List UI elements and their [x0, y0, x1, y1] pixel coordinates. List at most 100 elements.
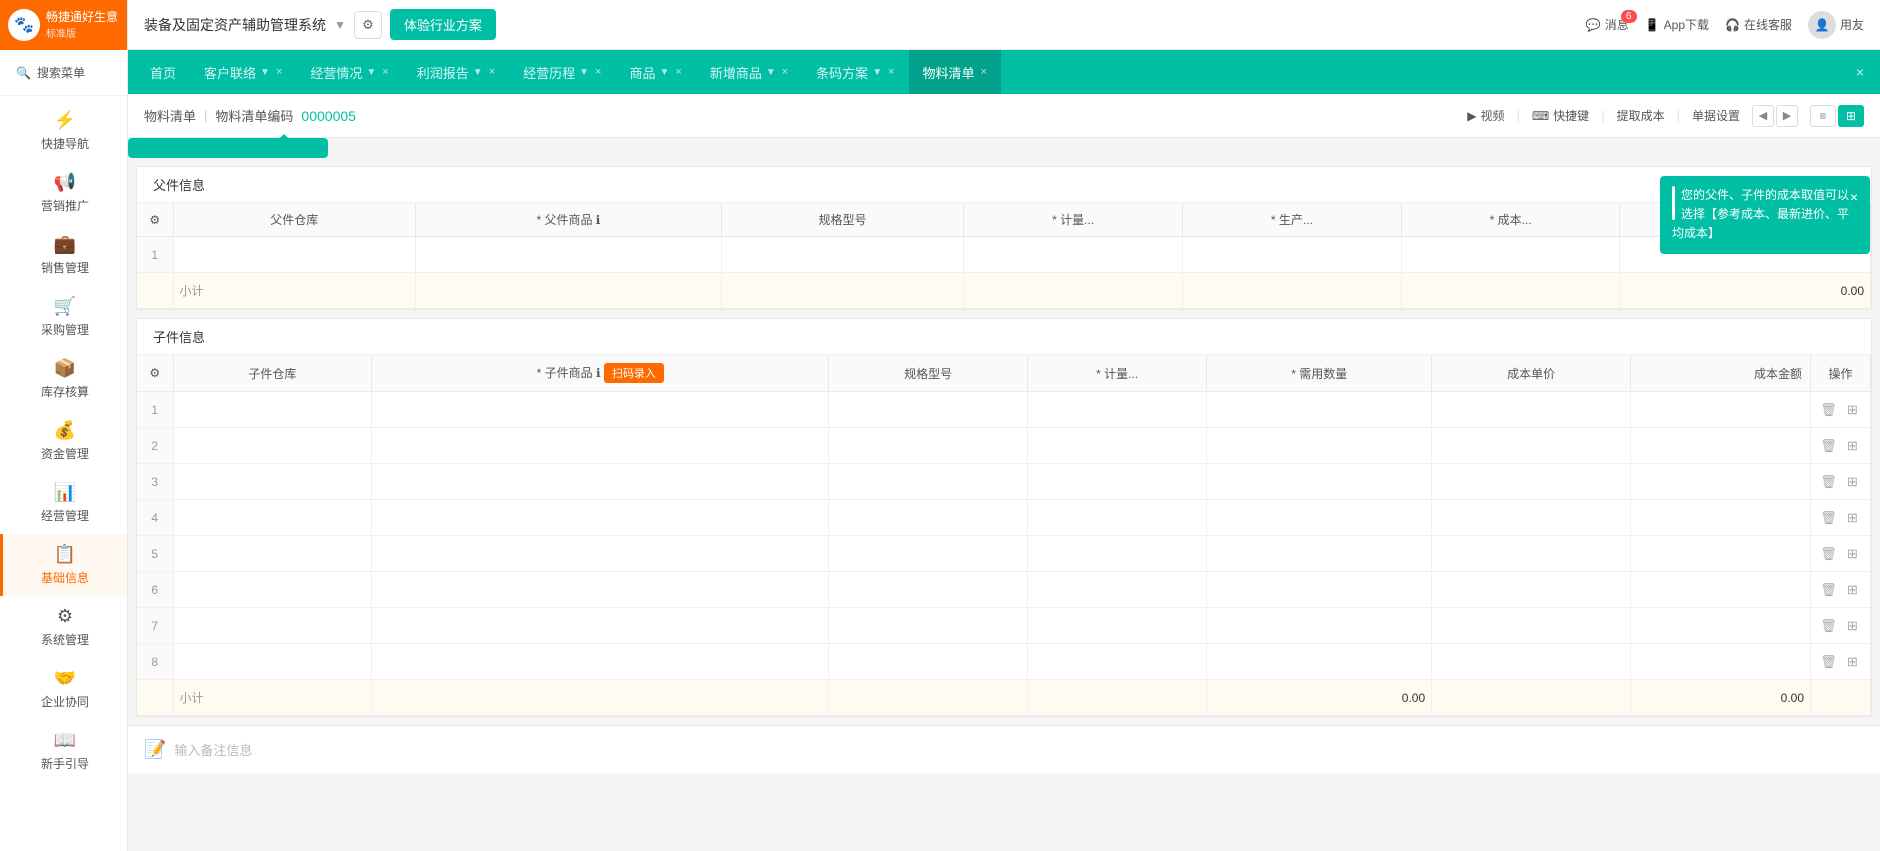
child-row-8-unit-cost[interactable]	[1432, 644, 1631, 680]
child-row-7-amount[interactable]	[1631, 608, 1811, 644]
child-row-6-spec[interactable]	[829, 572, 1028, 608]
parent-row-1-product[interactable]	[416, 237, 722, 273]
sidebar-item-sales[interactable]: 💼 销售管理	[0, 224, 127, 286]
delete-icon[interactable]: 🗑	[1819, 400, 1839, 420]
view-video-button[interactable]: ▶ 视频	[1467, 107, 1504, 124]
child-row-1-product[interactable]	[372, 392, 829, 428]
delete-icon[interactable]: 🗑	[1819, 544, 1839, 564]
system-dropdown-icon[interactable]: ▼	[334, 18, 346, 32]
parent-row-1-spec[interactable]	[721, 237, 964, 273]
child-row-3-product[interactable]	[372, 464, 829, 500]
copy-icon[interactable]: ⊞	[1843, 472, 1863, 492]
copy-icon[interactable]: ⊞	[1843, 400, 1863, 420]
delete-icon[interactable]: 🗑	[1819, 580, 1839, 600]
breadcrumb-1[interactable]: 物料清单	[144, 106, 196, 125]
tab-business[interactable]: 经营情况 ▼ ×	[296, 50, 402, 94]
sidebar-item-finance[interactable]: 💰 资金管理	[0, 410, 127, 472]
app-download-button[interactable]: 📱 App下载	[1645, 16, 1709, 33]
child-row-6-warehouse[interactable]	[173, 572, 372, 608]
next-record-button[interactable]: ▶	[1776, 105, 1798, 127]
tab-newproduct[interactable]: 新增商品 ▼ ×	[696, 50, 802, 94]
user-avatar[interactable]: 👤 用友	[1808, 11, 1864, 39]
child-row-7-product[interactable]	[372, 608, 829, 644]
copy-icon[interactable]: ⊞	[1843, 436, 1863, 456]
tooltip-close-button[interactable]: ×	[1850, 186, 1858, 208]
child-row-3-unit[interactable]	[1028, 464, 1207, 500]
child-row-3-warehouse[interactable]	[173, 464, 372, 500]
shortcut-button[interactable]: ⌨ 快捷键	[1532, 107, 1589, 124]
delete-icon[interactable]: 🗑	[1819, 436, 1839, 456]
newproduct-close-icon[interactable]: ×	[782, 66, 788, 78]
child-row-3-quantity[interactable]	[1207, 464, 1432, 500]
child-row-5-unit-cost[interactable]	[1432, 536, 1631, 572]
message-button[interactable]: 💬 消息 6	[1586, 16, 1629, 33]
grid-view-button[interactable]: ⊞	[1838, 105, 1864, 127]
child-row-8-warehouse[interactable]	[173, 644, 372, 680]
child-row-5-quantity[interactable]	[1207, 536, 1432, 572]
sidebar-item-inventory[interactable]: 📦 库存核算	[0, 348, 127, 410]
child-row-2-amount[interactable]	[1631, 428, 1811, 464]
parent-row-1-warehouse[interactable]	[173, 237, 416, 273]
child-row-4-spec[interactable]	[829, 500, 1028, 536]
child-row-6-quantity[interactable]	[1207, 572, 1432, 608]
parent-row-1-production[interactable]	[1183, 237, 1402, 273]
barcode-close-icon[interactable]: ×	[888, 66, 894, 78]
child-row-1-spec[interactable]	[829, 392, 1028, 428]
sidebar-item-quicknav[interactable]: ⚡ 快捷导航	[0, 100, 127, 162]
delete-icon[interactable]: 🗑	[1819, 652, 1839, 672]
child-row-8-unit[interactable]	[1028, 644, 1207, 680]
child-row-4-warehouse[interactable]	[173, 500, 372, 536]
child-row-7-unit[interactable]	[1028, 608, 1207, 644]
sidebar-item-operation[interactable]: 📊 经营管理	[0, 472, 127, 534]
business-close-icon[interactable]: ×	[382, 66, 388, 78]
child-row-1-amount[interactable]	[1631, 392, 1811, 428]
single-setting-button[interactable]: 单据设置	[1692, 107, 1740, 124]
settings-gear-button[interactable]: ⚙	[354, 11, 382, 39]
child-row-2-unit-cost[interactable]	[1432, 428, 1631, 464]
prev-record-button[interactable]: ◀	[1752, 105, 1774, 127]
search-menu-button[interactable]: 🔍 搜索菜单	[8, 58, 119, 87]
child-row-2-product[interactable]	[372, 428, 829, 464]
bom-close-icon[interactable]: ×	[981, 66, 987, 78]
child-row-8-quantity[interactable]	[1207, 644, 1432, 680]
sidebar-item-system[interactable]: ⚙ 系统管理	[0, 596, 127, 658]
child-row-7-unit-cost[interactable]	[1432, 608, 1631, 644]
profit-close-icon[interactable]: ×	[489, 66, 495, 78]
sidebar-item-purchase[interactable]: 🛒 采购管理	[0, 286, 127, 348]
child-row-4-quantity[interactable]	[1207, 500, 1432, 536]
child-row-2-unit[interactable]	[1028, 428, 1207, 464]
child-row-5-product[interactable]	[372, 536, 829, 572]
parent-th-settings[interactable]: ⚙	[137, 203, 173, 237]
child-row-8-spec[interactable]	[829, 644, 1028, 680]
child-row-5-warehouse[interactable]	[173, 536, 372, 572]
copy-icon[interactable]: ⊞	[1843, 616, 1863, 636]
child-row-2-warehouse[interactable]	[173, 428, 372, 464]
history-close-icon[interactable]: ×	[595, 66, 601, 78]
sidebar-item-guide[interactable]: 📖 新手引导	[0, 720, 127, 782]
child-row-7-spec[interactable]	[829, 608, 1028, 644]
copy-icon[interactable]: ⊞	[1843, 508, 1863, 528]
extract-cost-button[interactable]: 提取成本	[1617, 107, 1665, 124]
child-row-7-warehouse[interactable]	[173, 608, 372, 644]
tab-history[interactable]: 经营历程 ▼ ×	[509, 50, 615, 94]
scan-input-button[interactable]: 扫码录入	[604, 363, 664, 383]
child-row-8-product[interactable]	[372, 644, 829, 680]
delete-icon[interactable]: 🗑	[1819, 616, 1839, 636]
close-all-tabs-button[interactable]: ×	[1848, 64, 1872, 80]
sidebar-item-marketing[interactable]: 📢 营销推广	[0, 162, 127, 224]
delete-icon[interactable]: 🗑	[1819, 472, 1839, 492]
child-th-settings[interactable]: ⚙	[137, 355, 173, 392]
child-row-6-unit[interactable]	[1028, 572, 1207, 608]
online-service-button[interactable]: 🎧 在线客服	[1725, 16, 1792, 33]
child-row-7-quantity[interactable]	[1207, 608, 1432, 644]
child-row-4-amount[interactable]	[1631, 500, 1811, 536]
child-row-3-unit-cost[interactable]	[1432, 464, 1631, 500]
child-row-2-spec[interactable]	[829, 428, 1028, 464]
copy-icon[interactable]: ⊞	[1843, 544, 1863, 564]
copy-icon[interactable]: ⊞	[1843, 652, 1863, 672]
tab-product[interactable]: 商品 ▼ ×	[615, 50, 695, 94]
child-row-6-amount[interactable]	[1631, 572, 1811, 608]
child-row-3-amount[interactable]	[1631, 464, 1811, 500]
tab-home[interactable]: 首页	[136, 50, 190, 94]
tab-barcode[interactable]: 条码方案 ▼ ×	[802, 50, 908, 94]
